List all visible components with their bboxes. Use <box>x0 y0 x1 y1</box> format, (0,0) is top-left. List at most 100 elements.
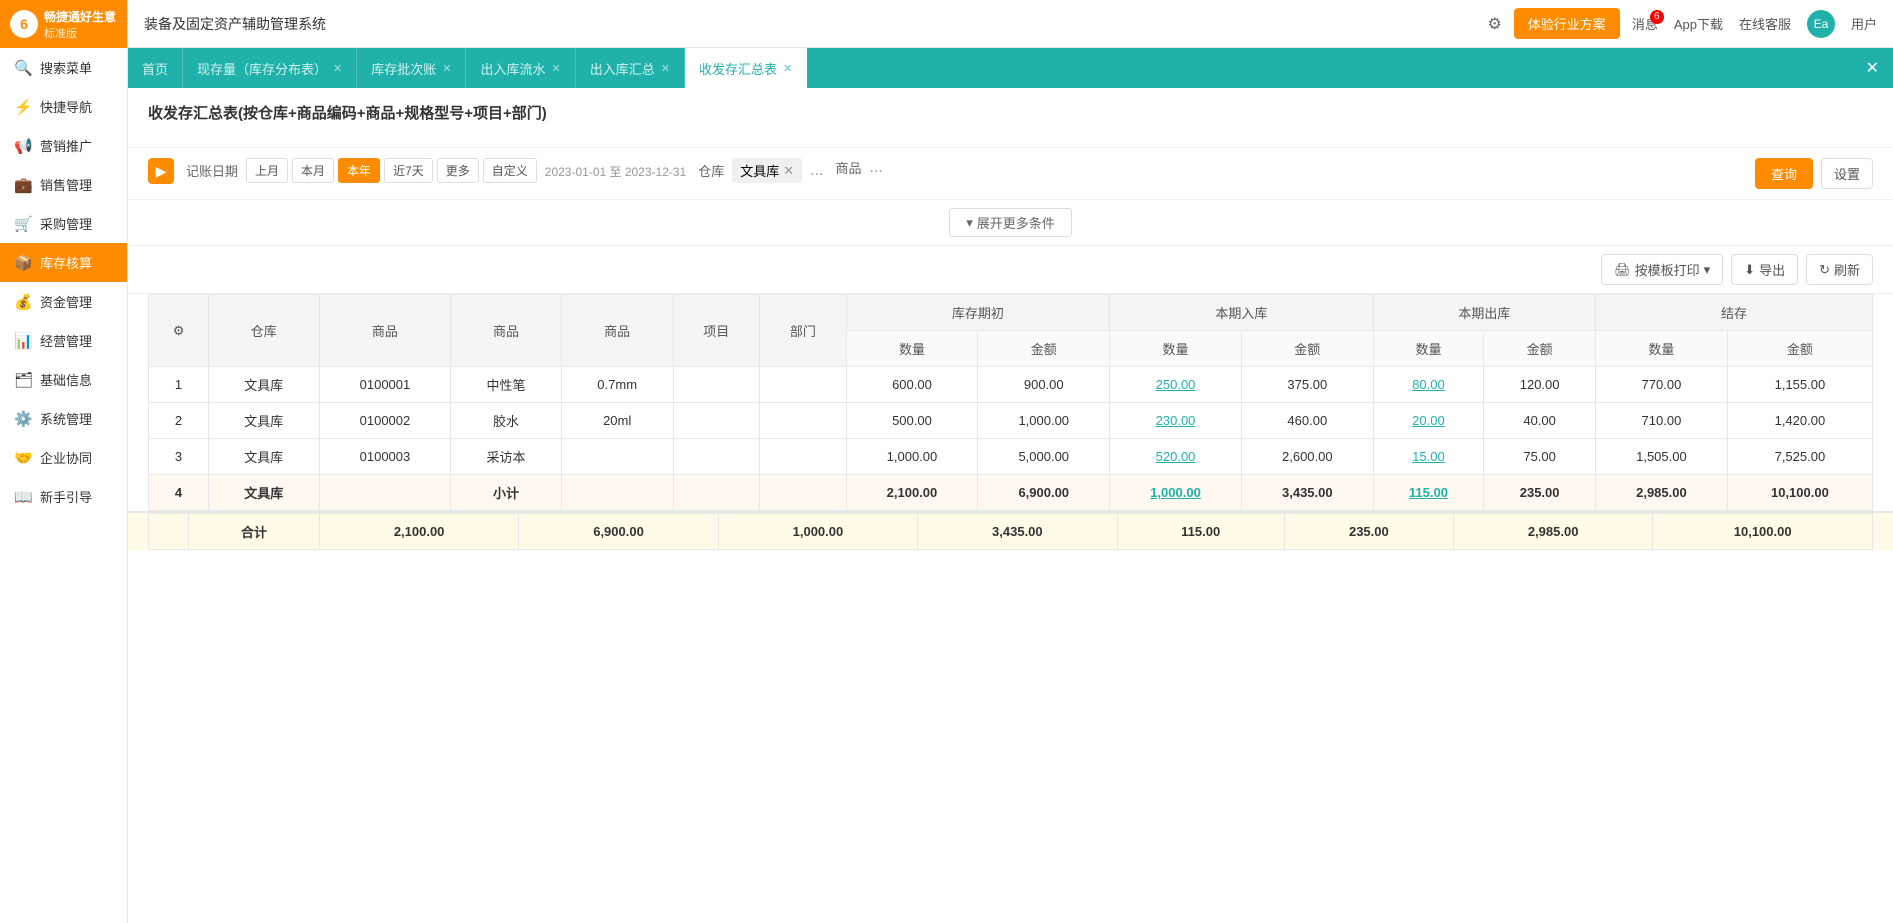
subtotal-in-qty-link[interactable]: 1,000.00 <box>1150 485 1201 500</box>
cell-bal-qty: 2,985.00 <box>1596 475 1728 511</box>
cell-bal-amt: 1,155.00 <box>1727 367 1872 403</box>
cell-name: 小计 <box>451 475 561 511</box>
sidebar-item-finance[interactable]: 💰 资金管理 <box>0 282 127 321</box>
sidebar-item-purchase[interactable]: 🛒 采购管理 <box>0 204 127 243</box>
date-btn-this-month[interactable]: 本月 <box>292 158 334 183</box>
tab-label: 库存批次账 <box>371 59 436 78</box>
cell-spec <box>561 439 673 475</box>
sidebar-item-system[interactable]: ⚙️ 系统管理 <box>0 399 127 438</box>
experience-button[interactable]: 体验行业方案 <box>1514 8 1620 39</box>
tab-close-icon[interactable]: ✕ <box>783 62 792 75</box>
sidebar-item-label: 采购管理 <box>40 214 92 233</box>
col-gear[interactable]: ⚙ <box>149 295 209 367</box>
online-service[interactable]: 在线客服 <box>1739 14 1791 33</box>
tab-close-icon[interactable]: ✕ <box>552 62 561 75</box>
sidebar-item-quicknav[interactable]: ⚡ 快捷导航 <box>0 87 127 126</box>
sidebar-item-sales[interactable]: 💼 销售管理 <box>0 165 127 204</box>
cell-out-qty[interactable]: 20.00 <box>1373 403 1484 439</box>
date-btn-custom[interactable]: 自定义 <box>483 158 537 183</box>
cell-open-qty: 1,000.00 <box>846 439 978 475</box>
date-btn-more[interactable]: 更多 <box>437 158 479 183</box>
tab-close-icon[interactable]: ✕ <box>333 62 342 75</box>
cell-dept <box>760 367 847 403</box>
sidebar-item-operations[interactable]: 📊 经营管理 <box>0 321 127 360</box>
filter-expand-button[interactable]: ▶ <box>148 158 174 184</box>
col-out-qty: 数量 <box>1373 331 1484 367</box>
total-label: 合计 <box>189 514 320 550</box>
purchase-icon: 🛒 <box>14 215 32 233</box>
expand-more-button[interactable]: ▾ 展开更多条件 <box>949 208 1072 237</box>
warehouse-tag-close[interactable]: ✕ <box>783 163 794 179</box>
logo-text: 畅捷通好生意 标准版 <box>44 8 116 41</box>
warehouse-ellipsis[interactable]: ... <box>810 162 823 180</box>
expand-more-bar: ▾ 展开更多条件 <box>128 200 1893 246</box>
goods-ellipsis[interactable]: ... <box>870 159 883 177</box>
sidebar-item-search[interactable]: 🔍 搜索菜单 <box>0 48 127 87</box>
page-body: 收发存汇总表(按仓库+商品编码+商品+规格型号+项目+部门) ▶ 记账日期 上月… <box>128 88 1893 923</box>
tab-close-icon[interactable]: ✕ <box>661 62 670 75</box>
cell-open-amt: 5,000.00 <box>978 439 1110 475</box>
total-bal-amt: 10,100.00 <box>1653 514 1873 550</box>
sidebar-item-basic-info[interactable]: 🗂 基础信息 <box>0 360 127 399</box>
cell-out-amt: 75.00 <box>1484 439 1596 475</box>
in-qty-link[interactable]: 230.00 <box>1156 413 1196 428</box>
out-qty-link[interactable]: 80.00 <box>1412 377 1445 392</box>
user-label[interactable]: 用户 <box>1851 14 1877 33</box>
tab-batch[interactable]: 库存批次账 ✕ <box>357 48 466 88</box>
sidebar-item-collab[interactable]: 🤝 企业协同 <box>0 438 127 477</box>
cell-no: 4 <box>149 475 209 511</box>
refresh-button[interactable]: ↻ 刷新 <box>1806 254 1873 285</box>
subtotal-out-qty-link[interactable]: 115.00 <box>1409 485 1448 500</box>
tab-close-icon[interactable]: ✕ <box>442 62 451 75</box>
date-btn-last-month[interactable]: 上月 <box>246 158 288 183</box>
table-footer: 合计 2,100.00 6,900.00 1,000.00 3,435.00 1… <box>128 511 1893 550</box>
expand-more-label: 展开更多条件 <box>977 213 1055 232</box>
sidebar-item-guide[interactable]: 📖 新手引导 <box>0 477 127 516</box>
total-open-qty: 2,100.00 <box>319 514 518 550</box>
date-btn-7days[interactable]: 近7天 <box>384 158 433 183</box>
in-qty-link[interactable]: 520.00 <box>1156 449 1196 464</box>
tab-home-label: 首页 <box>142 59 168 78</box>
sidebar-item-marketing[interactable]: 📢 营销推广 <box>0 126 127 165</box>
filter-settings-button[interactable]: 设置 <box>1821 158 1873 189</box>
cell-in-amt: 3,435.00 <box>1241 475 1373 511</box>
message-badge[interactable]: 消息 6 <box>1632 14 1658 33</box>
cell-out-qty[interactable]: 115.00 <box>1373 475 1484 511</box>
cell-in-qty[interactable]: 250.00 <box>1110 367 1242 403</box>
settings-icon[interactable]: ⚙ <box>1487 14 1501 34</box>
topbar: 装备及固定资产辅助管理系统 ⚙ 体验行业方案 消息 6 App下载 在线客服 E… <box>128 0 1893 48</box>
col-bal-amt: 金额 <box>1727 331 1872 367</box>
tabbar-close-button[interactable]: ✕ <box>1852 58 1893 78</box>
query-button[interactable]: 查询 <box>1755 158 1813 189</box>
page-title: 收发存汇总表(按仓库+商品编码+商品+规格型号+项目+部门) <box>148 102 1873 123</box>
col-open-qty: 数量 <box>846 331 978 367</box>
cell-bal-amt: 7,525.00 <box>1727 439 1872 475</box>
refresh-label: 刷新 <box>1834 260 1860 279</box>
cell-open-amt: 6,900.00 <box>978 475 1110 511</box>
tab-label: 出入库流水 <box>480 59 545 78</box>
out-qty-link[interactable]: 20.00 <box>1412 413 1445 428</box>
print-button[interactable]: 🖨 按模板打印 ▾ <box>1601 254 1723 285</box>
tab-home[interactable]: 首页 <box>128 48 183 88</box>
cell-in-qty[interactable]: 1,000.00 <box>1110 475 1242 511</box>
date-btn-this-year[interactable]: 本年 <box>338 158 380 183</box>
sidebar-item-inventory[interactable]: 📦 库存核算 <box>0 243 127 282</box>
warehouse-tag[interactable]: 文具库 ✕ <box>732 158 802 183</box>
cell-in-qty[interactable]: 230.00 <box>1110 403 1242 439</box>
cell-in-qty[interactable]: 520.00 <box>1110 439 1242 475</box>
in-qty-link[interactable]: 250.00 <box>1156 377 1196 392</box>
cell-out-qty[interactable]: 80.00 <box>1373 367 1484 403</box>
cell-open-qty: 500.00 <box>846 403 978 439</box>
tab-summary[interactable]: 出入库汇总 ✕ <box>576 48 685 88</box>
tabbar: 首页 现存量（库存分布表） ✕ 库存批次账 ✕ 出入库流水 ✕ 出入库汇总 ✕ … <box>128 48 1893 88</box>
col-dept: 部门 <box>760 295 847 367</box>
tab-recv-send[interactable]: 收发存汇总表 ✕ <box>685 48 807 88</box>
tab-inventory-dist[interactable]: 现存量（库存分布表） ✕ <box>183 48 357 88</box>
export-button[interactable]: ⬇ 导出 <box>1731 254 1798 285</box>
cell-out-qty[interactable]: 15.00 <box>1373 439 1484 475</box>
out-qty-link[interactable]: 15.00 <box>1412 449 1445 464</box>
tab-flow[interactable]: 出入库流水 ✕ <box>466 48 575 88</box>
app-download[interactable]: App下载 <box>1674 14 1723 33</box>
total-spacer <box>149 514 189 550</box>
user-avatar[interactable]: Ea <box>1807 10 1835 38</box>
